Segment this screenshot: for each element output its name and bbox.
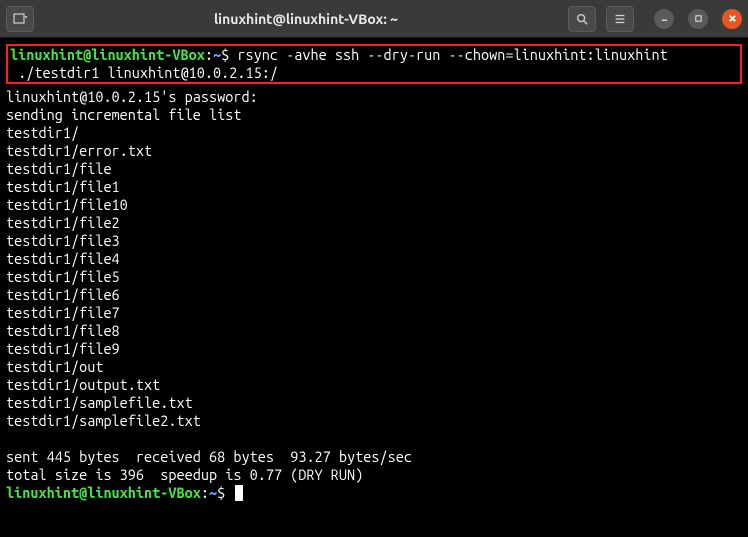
output-line: testdir1/file7	[6, 304, 120, 321]
prompt-userhost: linuxhint@linuxhint-VBox	[10, 46, 205, 63]
output-line: linuxhint@10.0.2.15's password:	[6, 88, 258, 105]
output-line: testdir1/file2	[6, 214, 120, 231]
command-highlight: linuxhint@linuxhint-VBox:~$ rsync -avhe …	[6, 44, 742, 84]
menu-button[interactable]	[606, 6, 634, 32]
output-line: testdir1/file4	[6, 250, 120, 267]
cursor	[235, 485, 243, 501]
output-line: testdir1/error.txt	[6, 142, 152, 159]
prompt-userhost: linuxhint@linuxhint-VBox	[6, 484, 201, 501]
command-text: rsync -avhe ssh --dry-run --chown=linuxh…	[237, 46, 667, 63]
output-line: total size is 396 speedup is 0.77 (DRY R…	[6, 466, 363, 483]
output-line: testdir1/file5	[6, 268, 120, 285]
output-line: testdir1/file9	[6, 340, 120, 357]
output-line: testdir1/file10	[6, 196, 128, 213]
output-line: testdir1/file	[6, 160, 112, 177]
output-line: testdir1/file3	[6, 232, 120, 249]
output-line: testdir1/samplefile.txt	[6, 394, 193, 411]
search-button[interactable]	[568, 6, 596, 32]
new-tab-button[interactable]	[6, 6, 34, 32]
titlebar-controls	[568, 6, 742, 32]
output-line: testdir1/file8	[6, 322, 120, 339]
output-line: testdir1/	[6, 124, 79, 141]
output-line: sending incremental file list	[6, 106, 241, 123]
prompt-path: ~	[209, 484, 217, 501]
minimize-button[interactable]	[654, 9, 674, 29]
titlebar: linuxhint@linuxhint-VBox: ~	[0, 0, 748, 38]
output-line: testdir1/file1	[6, 178, 120, 195]
output-line: testdir1/file6	[6, 286, 120, 303]
command-text-cont: ./testdir1 linuxhint@10.0.2.15:/	[10, 64, 278, 81]
output-line: testdir1/samplefile2.txt	[6, 412, 201, 429]
maximize-button[interactable]	[688, 9, 708, 29]
output-line: testdir1/output.txt	[6, 376, 160, 393]
prompt-path: ~	[213, 46, 221, 63]
output-line: testdir1/out	[6, 358, 103, 375]
close-button[interactable]	[722, 9, 742, 29]
output-line: sent 445 bytes received 68 bytes 93.27 b…	[6, 448, 412, 465]
terminal-area[interactable]: linuxhint@linuxhint-VBox:~$ rsync -avhe …	[0, 38, 748, 537]
window-title: linuxhint@linuxhint-VBox: ~	[44, 11, 568, 27]
